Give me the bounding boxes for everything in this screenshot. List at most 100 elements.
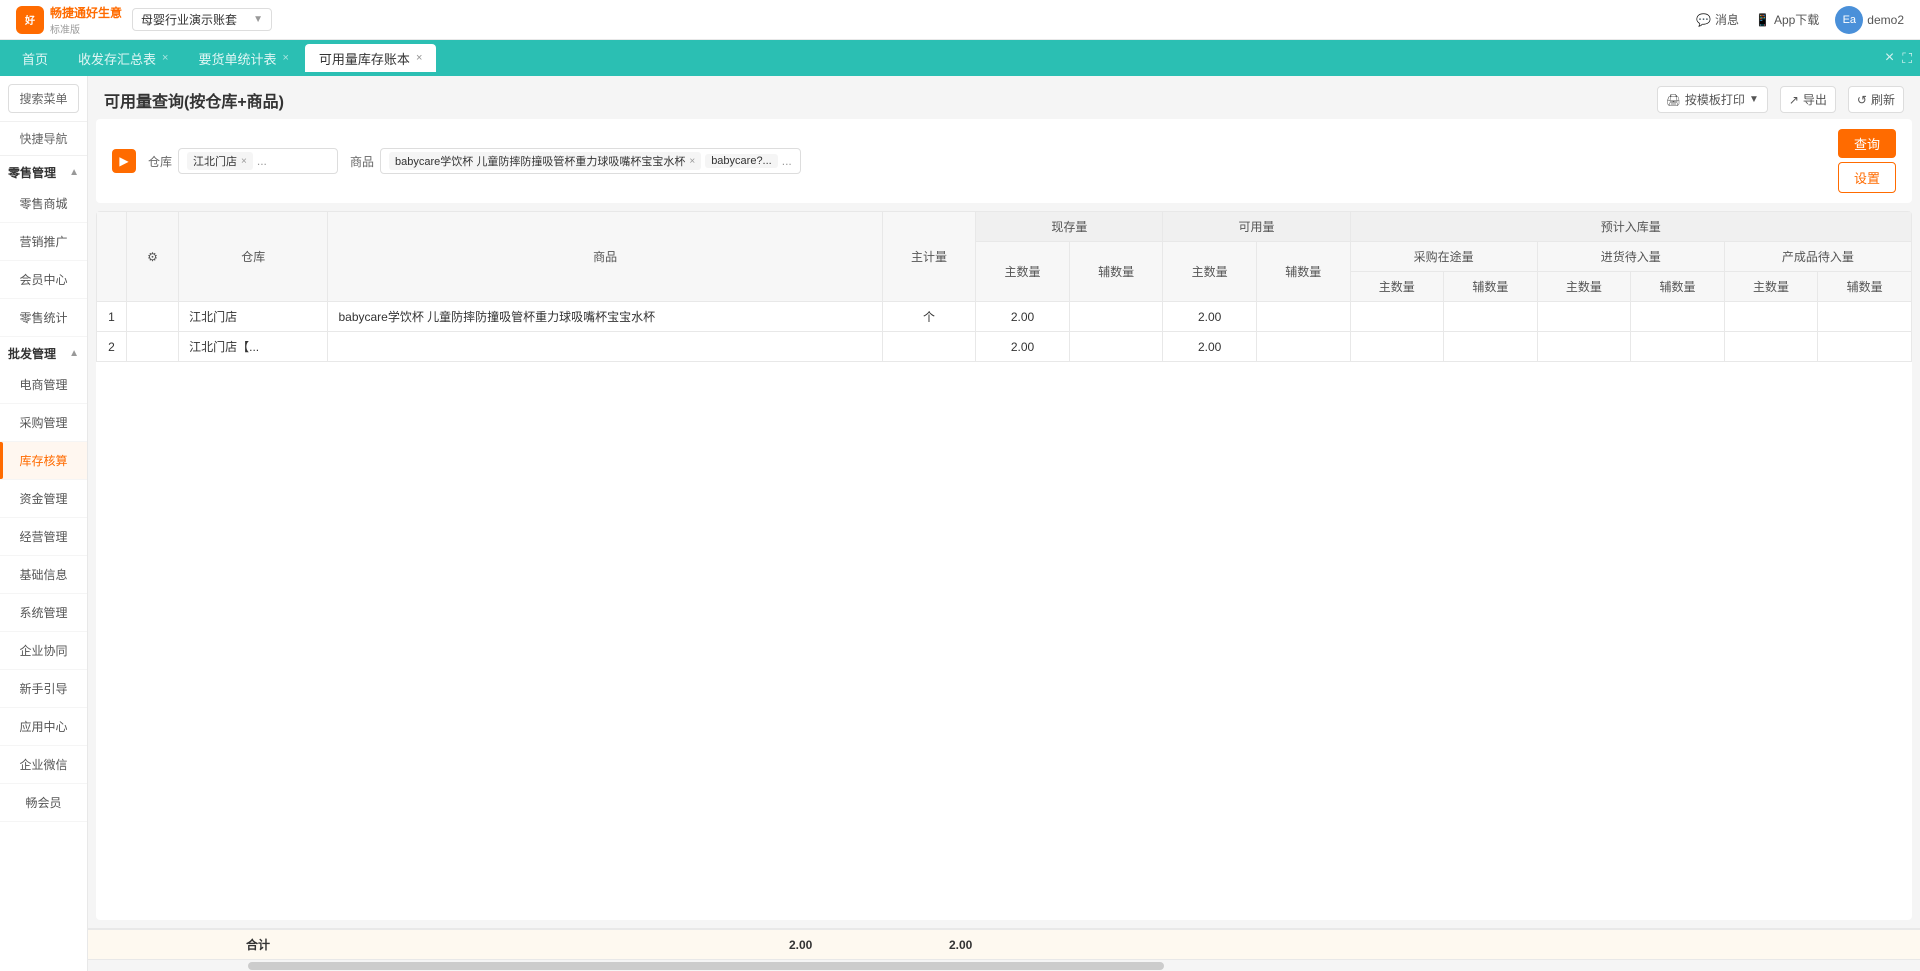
sidebar-item-wholesale-mgmt[interactable]: 批发管理 ▲ <box>0 337 87 366</box>
quick-nav-btn[interactable]: 快捷导航 <box>0 122 87 156</box>
col-production-main: 主数量 <box>1724 272 1818 302</box>
finance-label: 资金管理 <box>19 492 67 506</box>
header-left: 好 畅捷通好生意 标准版 母婴行业演示账套 ▼ <box>16 4 272 36</box>
product-tag1-remove[interactable]: × <box>689 156 695 167</box>
tab-nav-actions: × ⛶ <box>1885 49 1912 67</box>
row1-inbound-aux <box>1631 302 1725 332</box>
tab-home[interactable]: 首页 <box>8 44 62 72</box>
content-area: 可用量查询(按仓库+商品) 🖨 按模板打印 ▼ ↗ 导出 ↺ 刷新 <box>88 76 1920 971</box>
operations-label: 经营管理 <box>19 530 67 544</box>
col-inbound-aux: 辅数量 <box>1631 272 1725 302</box>
row1-stock-aux <box>1069 302 1163 332</box>
warehouse-tag-remove[interactable]: × <box>241 156 247 167</box>
sidebar-item-ecommerce[interactable]: 电商管理 <box>0 366 87 404</box>
logo-sub: 标准版 <box>50 21 122 36</box>
warehouse-input[interactable]: 江北门店 × ... <box>178 148 338 174</box>
row2-gear[interactable] <box>127 332 179 362</box>
col-warehouse-header: 仓库 <box>179 212 328 302</box>
print-btn[interactable]: 🖨 按模板打印 ▼ <box>1657 86 1768 113</box>
warehouse-tag: 江北门店 × <box>187 152 253 170</box>
main-layout: 搜索菜单 快捷导航 零售管理 ▲ 零售商城 营销推广 会员中心 零售统计 批发管… <box>0 76 1920 971</box>
app-center-label: 应用中心 <box>19 720 67 734</box>
horizontal-scrollbar[interactable] <box>88 959 1920 971</box>
col-purchase-main: 主数量 <box>1350 272 1444 302</box>
top-header: 好 畅捷通好生意 标准版 母婴行业演示账套 ▼ 💬 消息 📱 App下载 Ea … <box>0 0 1920 40</box>
warehouse-label: 仓库 <box>148 153 172 170</box>
print-icon: 🖨 <box>1666 93 1681 107</box>
refresh-icon: ↺ <box>1857 93 1867 107</box>
export-label: 导出 <box>1803 91 1827 108</box>
product-more[interactable]: ... <box>782 154 792 168</box>
tab-order-stats-close[interactable]: × <box>282 52 288 64</box>
sidebar-item-operations[interactable]: 经营管理 <box>0 518 87 556</box>
sidebar-item-purchase[interactable]: 采购管理 <box>0 404 87 442</box>
table-row: 1 江北门店 babycare学饮杯 儿童防摔防撞吸管杯重力球吸嘴杯宝宝水杯 个… <box>97 302 1912 332</box>
tab-close-all[interactable]: × <box>1885 49 1894 67</box>
settings-btn[interactable]: 设置 <box>1838 162 1896 193</box>
username: demo2 <box>1867 13 1904 27</box>
industry-name: 母婴行业演示账套 <box>141 11 237 28</box>
col-main-unit-header: 主计量 <box>882 212 976 302</box>
filter-expand-btn[interactable]: ▶ <box>112 149 136 173</box>
sidebar-item-wechat[interactable]: 企业微信 <box>0 746 87 784</box>
marketing-label: 营销推广 <box>19 235 67 249</box>
sidebar-item-enterprise[interactable]: 企业协同 <box>0 632 87 670</box>
warehouse-more[interactable]: ... <box>257 154 267 168</box>
print-label: 按模板打印 <box>1685 91 1745 108</box>
tab-available-stock[interactable]: 可用量库存账本 × <box>305 44 436 72</box>
tab-order-stats[interactable]: 要货单统计表 × <box>184 44 302 72</box>
row1-index: 1 <box>97 302 127 332</box>
warehouse-tag-value: 江北门店 <box>193 153 237 169</box>
app-download-action[interactable]: 📱 App下载 <box>1755 11 1819 28</box>
tab-available-stock-close[interactable]: × <box>416 52 422 64</box>
logo-text: 畅捷通好生意 <box>50 4 122 21</box>
row1-stock-main: 2.00 <box>976 302 1070 332</box>
page-header: 可用量查询(按仓库+商品) 🖨 按模板打印 ▼ ↗ 导出 ↺ 刷新 <box>88 76 1920 119</box>
sidebar-item-retail-stats[interactable]: 零售统计 <box>0 299 87 337</box>
search-menu-btn[interactable]: 搜索菜单 <box>8 84 79 113</box>
wechat-label: 企业微信 <box>19 758 67 772</box>
col-gear-header[interactable]: ⚙ <box>127 212 179 302</box>
query-btn[interactable]: 查询 <box>1838 129 1896 158</box>
row2-production-aux <box>1818 332 1912 362</box>
product-tag1-value: babycare学饮杯 儿童防摔防撞吸管杯重力球吸嘴杯宝宝水杯 <box>395 153 685 169</box>
sidebar-item-inventory[interactable]: 库存核算 <box>0 442 87 480</box>
wholesale-mgmt-label: 批发管理 <box>8 345 56 362</box>
page-actions: 🖨 按模板打印 ▼ ↗ 导出 ↺ 刷新 <box>1657 86 1904 113</box>
tab-summary-close[interactable]: × <box>162 52 168 64</box>
tab-expand[interactable]: ⛶ <box>1902 50 1912 67</box>
col-index-header <box>97 212 127 302</box>
sidebar-item-app-center[interactable]: 应用中心 <box>0 708 87 746</box>
sidebar-item-member2[interactable]: 畅会员 <box>0 784 87 822</box>
product-label: 商品 <box>350 153 374 170</box>
industry-selector[interactable]: 母婴行业演示账套 ▼ <box>132 8 272 31</box>
sidebar-item-system[interactable]: 系统管理 <box>0 594 87 632</box>
product-filter-group: 商品 babycare学饮杯 儿童防摔防撞吸管杯重力球吸嘴杯宝宝水杯 × bab… <box>350 148 801 174</box>
sidebar-item-finance[interactable]: 资金管理 <box>0 480 87 518</box>
sidebar-item-marketing[interactable]: 营销推广 <box>0 223 87 261</box>
col-avail-main: 主数量 <box>1163 242 1257 302</box>
row1-production-aux <box>1818 302 1912 332</box>
refresh-btn[interactable]: ↺ 刷新 <box>1848 86 1904 113</box>
col-purchase-transit-header: 采购在途量 <box>1350 242 1537 272</box>
row1-product: babycare学饮杯 儿童防摔防撞吸管杯重力球吸嘴杯宝宝水杯 <box>328 302 882 332</box>
message-action[interactable]: 💬 消息 <box>1696 11 1739 28</box>
row2-product <box>328 332 882 362</box>
sidebar-item-basic-info[interactable]: 基础信息 <box>0 556 87 594</box>
sidebar-item-new-guide[interactable]: 新手引导 <box>0 670 87 708</box>
tab-summary[interactable]: 收发存汇总表 × <box>64 44 182 72</box>
member2-label: 畅会员 <box>25 796 61 810</box>
retail-mgmt-label: 零售管理 <box>8 164 56 181</box>
product-input[interactable]: babycare学饮杯 儿童防摔防撞吸管杯重力球吸嘴杯宝宝水杯 × babyca… <box>380 148 801 174</box>
sidebar-item-retail-mgmt[interactable]: 零售管理 ▲ <box>0 156 87 185</box>
print-dropdown-icon: ▼ <box>1749 94 1759 105</box>
row1-gear[interactable] <box>127 302 179 332</box>
export-btn[interactable]: ↗ 导出 <box>1780 86 1836 113</box>
refresh-label: 刷新 <box>1871 91 1895 108</box>
col-available-header: 可用量 <box>1163 212 1350 242</box>
user-action[interactable]: Ea demo2 <box>1835 6 1904 34</box>
sidebar-item-retail-mall[interactable]: 零售商城 <box>0 185 87 223</box>
sidebar-search-area: 搜索菜单 <box>0 76 87 122</box>
sidebar-item-member[interactable]: 会员中心 <box>0 261 87 299</box>
dropdown-icon: ▼ <box>253 14 263 25</box>
